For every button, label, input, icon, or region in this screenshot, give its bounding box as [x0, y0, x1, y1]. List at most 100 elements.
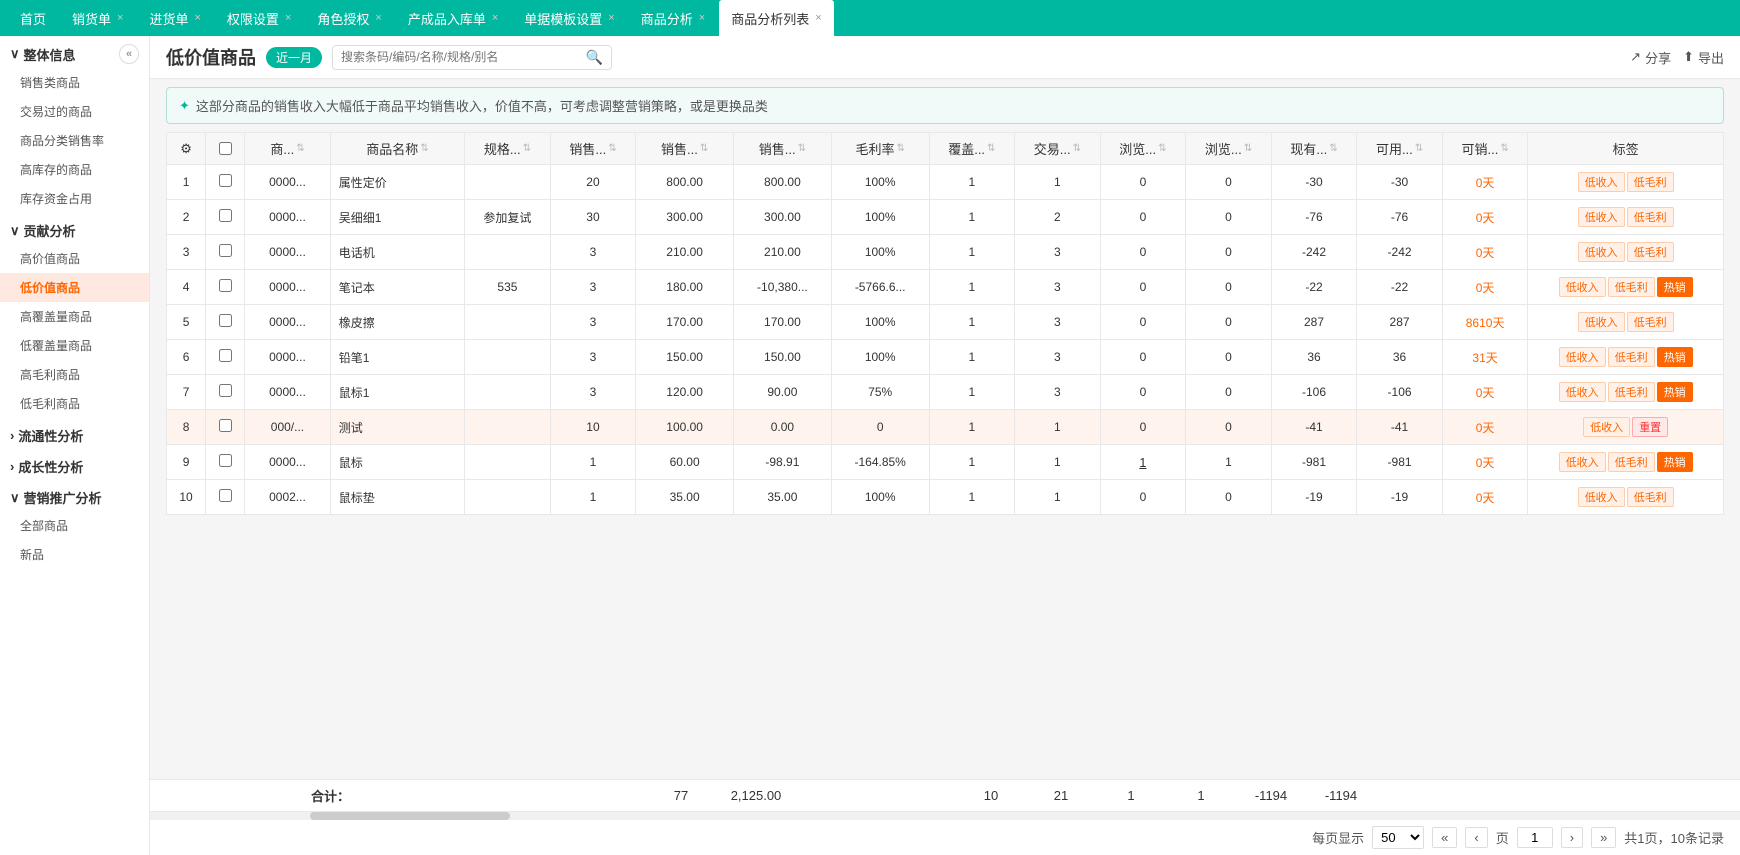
sidebar-group-contribution[interactable]: ∨ 贡献分析: [0, 213, 149, 244]
col-coverage[interactable]: 覆盖...⇅: [929, 133, 1015, 165]
row-select-checkbox[interactable]: [219, 279, 232, 292]
row-select-checkbox[interactable]: [219, 174, 232, 187]
sidebar-group-marketing[interactable]: ∨ 营销推广分析: [0, 480, 149, 511]
row-checkbox[interactable]: [206, 410, 245, 445]
col-name[interactable]: 商品名称⇅: [330, 133, 464, 165]
row-checkbox[interactable]: [206, 340, 245, 375]
col-checkbox[interactable]: [206, 133, 245, 165]
horizontal-scrollbar[interactable]: [150, 812, 1740, 820]
nav-product-analysis-list[interactable]: 商品分析列表 ×: [719, 0, 833, 36]
col-stock1[interactable]: 现有...⇅: [1271, 133, 1357, 165]
row-select-checkbox[interactable]: [219, 384, 232, 397]
col-stock3[interactable]: 可销...⇅: [1442, 133, 1528, 165]
sidebar-item-category-sales-rate[interactable]: 商品分类销售率: [0, 126, 149, 155]
page-number-input[interactable]: [1517, 827, 1553, 848]
row-checkbox[interactable]: [206, 480, 245, 515]
row-name[interactable]: 属性定价: [330, 165, 464, 200]
col-stock2[interactable]: 可用...⇅: [1357, 133, 1443, 165]
col-browse1[interactable]: 浏览...⇅: [1100, 133, 1186, 165]
sidebar-item-new-products[interactable]: 新品: [0, 540, 149, 569]
col-sales2[interactable]: 销售...⇅: [636, 133, 734, 165]
row-checkbox[interactable]: [206, 165, 245, 200]
row-name[interactable]: 笔记本: [330, 270, 464, 305]
row-name[interactable]: 鼠标垫: [330, 480, 464, 515]
sidebar-item-stock-capital[interactable]: 库存资金占用: [0, 184, 149, 213]
row-checkbox[interactable]: [206, 305, 245, 340]
sidebar-group-circulation[interactable]: › 流通性分析: [0, 418, 149, 449]
row-checkbox[interactable]: [206, 445, 245, 480]
row-name[interactable]: 测试: [330, 410, 464, 445]
row-name[interactable]: 电话机: [330, 235, 464, 270]
sidebar-item-traded-products[interactable]: 交易过的商品: [0, 97, 149, 126]
close-icon[interactable]: ×: [699, 12, 705, 24]
row-checkbox[interactable]: [206, 270, 245, 305]
browse1-link[interactable]: 1: [1139, 455, 1146, 470]
row-select-checkbox[interactable]: [219, 349, 232, 362]
table-row[interactable]: 1 0000... 属性定价 20 800.00 800.00 100% 1 1…: [167, 165, 1724, 200]
sidebar-item-all-products[interactable]: 全部商品: [0, 511, 149, 540]
row-select-checkbox[interactable]: [219, 209, 232, 222]
table-row[interactable]: 4 0000... 笔记本 535 3 180.00 -10,380... -5…: [167, 270, 1724, 305]
row-name[interactable]: 橡皮擦: [330, 305, 464, 340]
row-name[interactable]: 吴细细1: [330, 200, 464, 235]
sidebar-item-high-value[interactable]: 高价值商品: [0, 244, 149, 273]
sidebar-item-sales-products[interactable]: 销售类商品: [0, 68, 149, 97]
pagination-next-button[interactable]: ›: [1561, 827, 1583, 848]
row-select-checkbox[interactable]: [219, 314, 232, 327]
row-select-checkbox[interactable]: [219, 454, 232, 467]
nav-product-analysis[interactable]: 商品分析 ×: [629, 0, 717, 36]
sidebar-item-low-margin[interactable]: 低毛利商品: [0, 389, 149, 418]
row-checkbox[interactable]: [206, 200, 245, 235]
table-row[interactable]: 3 0000... 电话机 3 210.00 210.00 100% 1 3 0…: [167, 235, 1724, 270]
row-name[interactable]: 铅笔1: [330, 340, 464, 375]
table-row[interactable]: 8 000/... 测试 10 100.00 0.00 0 1 1 0 0 -4…: [167, 410, 1724, 445]
close-icon[interactable]: ×: [815, 12, 821, 24]
sidebar-group-overall[interactable]: ∨ 整体信息 «: [0, 36, 149, 68]
sidebar-group-growth[interactable]: › 成长性分析: [0, 449, 149, 480]
close-icon[interactable]: ×: [492, 12, 498, 24]
row-select-checkbox[interactable]: [219, 489, 232, 502]
col-sales3[interactable]: 销售...⇅: [734, 133, 832, 165]
share-button[interactable]: ↗ 分享: [1630, 48, 1671, 67]
collapse-button[interactable]: «: [119, 44, 139, 64]
sidebar-item-low-coverage[interactable]: 低覆盖量商品: [0, 331, 149, 360]
pagination-last-button[interactable]: »: [1591, 827, 1616, 848]
scrollbar-thumb[interactable]: [310, 812, 510, 820]
select-all-checkbox[interactable]: [219, 142, 232, 155]
col-spec[interactable]: 规格...⇅: [465, 133, 551, 165]
col-margin[interactable]: 毛利率⇅: [831, 133, 929, 165]
filter-tag-recent-month[interactable]: 近一月: [266, 47, 322, 68]
search-icon[interactable]: 🔍: [586, 49, 603, 66]
col-sales1[interactable]: 销售...⇅: [550, 133, 636, 165]
row-select-checkbox[interactable]: [219, 419, 232, 432]
table-row[interactable]: 9 0000... 鼠标 1 60.00 -98.91 -164.85% 1 1…: [167, 445, 1724, 480]
row-checkbox[interactable]: [206, 375, 245, 410]
pagination-prev-button[interactable]: ‹: [1465, 827, 1487, 848]
table-row[interactable]: 7 0000... 鼠标1 3 120.00 90.00 75% 1 3 0 0…: [167, 375, 1724, 410]
row-select-checkbox[interactable]: [219, 244, 232, 257]
nav-permission[interactable]: 权限设置 ×: [215, 0, 303, 36]
row-name[interactable]: 鼠标1: [330, 375, 464, 410]
close-icon[interactable]: ×: [117, 12, 123, 24]
close-icon[interactable]: ×: [285, 12, 291, 24]
search-input[interactable]: [341, 50, 580, 64]
table-row[interactable]: 5 0000... 橡皮擦 3 170.00 170.00 100% 1 3 0…: [167, 305, 1724, 340]
close-icon[interactable]: ×: [375, 12, 381, 24]
nav-role-auth[interactable]: 角色授权 ×: [305, 0, 393, 36]
per-page-select[interactable]: 50 100: [1372, 826, 1424, 849]
col-code[interactable]: 商...⇅: [245, 133, 331, 165]
table-row[interactable]: 2 0000... 吴细细1 参加复试 30 300.00 300.00 100…: [167, 200, 1724, 235]
col-trade[interactable]: 交易...⇅: [1015, 133, 1101, 165]
sidebar-item-low-value[interactable]: 低价值商品: [0, 273, 149, 302]
sidebar-item-high-margin[interactable]: 高毛利商品: [0, 360, 149, 389]
pagination-first-button[interactable]: «: [1432, 827, 1457, 848]
sidebar-item-high-coverage[interactable]: 高覆盖量商品: [0, 302, 149, 331]
col-settings[interactable]: ⚙: [167, 133, 206, 165]
nav-purchase-order[interactable]: 进货单 ×: [137, 0, 212, 36]
row-checkbox[interactable]: [206, 235, 245, 270]
close-icon[interactable]: ×: [194, 12, 200, 24]
export-button[interactable]: ⬆ 导出: [1683, 48, 1724, 67]
row-name[interactable]: 鼠标: [330, 445, 464, 480]
table-row[interactable]: 10 0002... 鼠标垫 1 35.00 35.00 100% 1 1 0 …: [167, 480, 1724, 515]
nav-product-inbound[interactable]: 产成品入库单 ×: [396, 0, 510, 36]
